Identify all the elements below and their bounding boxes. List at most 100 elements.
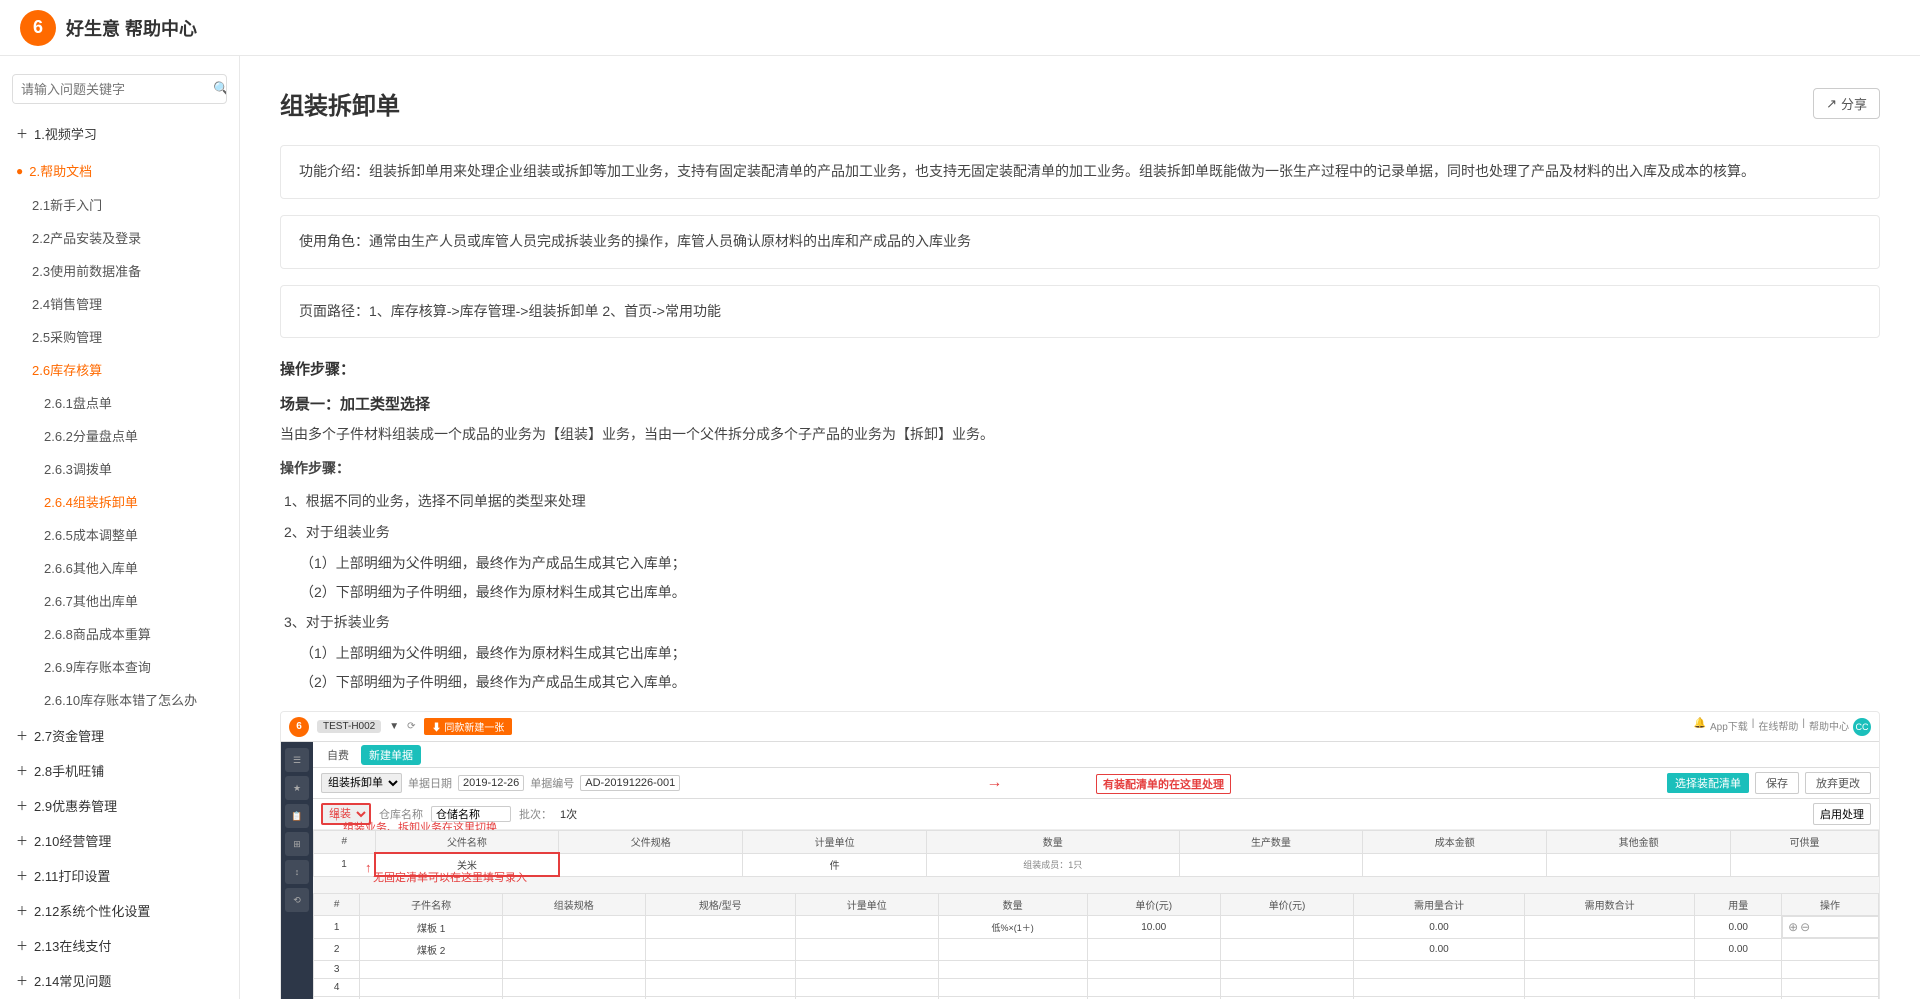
mock-icon-2: ★ [285,776,309,800]
share-button[interactable]: ↗ 分享 [1813,88,1880,119]
sidebar-item-mobile[interactable]: ＋ 2.8手机旺铺 [0,753,239,788]
sidebar-item-2-6-1[interactable]: 2.6.1盘点单 [0,386,239,419]
arrow-fill: ↑ [365,860,372,875]
mock-icon-1: ☰ [285,748,309,772]
th-parent-spec: 父件规格 [559,831,743,854]
step2-sub2: （2）下部明细为子件明细，最终作为原材料生成其它出库单。 [300,580,1880,605]
row-del-icon: ⊖ [1800,920,1810,934]
row-copy-icon: ⊕ [1788,920,1798,934]
sidebar-item-2-1[interactable]: 2.1新手入门 [0,188,239,221]
sidebar-item-print[interactable]: ＋ 2.11打印设置 [0,858,239,893]
mock-batch-label: 批次： [519,806,552,822]
center-text: 帮助中心 [1809,718,1849,736]
step2-sub1: （1）上部明细为父件明细，最终作为产成品生成其它入库单； [300,551,1880,576]
path-block: 页面路径：1、库存核算->库存管理->组装拆卸单 2、首页->常用功能 [280,285,1880,339]
bth-spec: 规格/型号 [645,894,795,916]
mock-header-left: 6 TEST-H002 ▼ ⟳ ⬇ 同款新建一张 [289,717,512,737]
arrow-combo: ↑ [333,807,340,823]
bth-need-total: 需用量合计 [1354,894,1525,916]
mock-date-label: 单据日期 [408,775,452,791]
sidebar-item-2-6-5[interactable]: 2.6.5成本调整单 [0,518,239,551]
user-avatar: CC [1853,718,1871,736]
bth-price2: 单价(元) [1220,894,1353,916]
th-prod-qty: 生产数量 [1179,831,1363,854]
sidebar-item-2-6-3[interactable]: 2.6.3调拨单 [0,452,239,485]
new-doc-btn: ⬇ 同款新建一张 [424,718,513,735]
sidebar-item-label: 2.7资金管理 [34,726,104,745]
th-unit: 计量单位 [743,831,927,854]
nav-section-2: ● 2.帮助文档 2.1新手入门 2.2产品安装及登录 2.3使用前数据准备 2… [0,153,239,716]
page-title: 组装拆卸单 [280,86,400,121]
mock-tab-2: 新建单据 [361,745,421,765]
sidebar-item-finance[interactable]: ＋ 2.7资金管理 [0,718,239,753]
sidebar-item-2-6-2[interactable]: 2.6.2分量盘点单 [0,419,239,452]
ops-steps-heading: 操作步骤： [280,456,1880,481]
sidebar-item-2-6-6[interactable]: 2.6.6其他入库单 [0,551,239,584]
sidebar-item-mgmt[interactable]: ＋ 2.10经营管理 [0,823,239,858]
sidebar-item-2-6[interactable]: 2.6库存核算 [0,353,239,386]
scene-desc: 当由多个子件材料组装成一个成品的业务为【组装】业务，当由一个父件拆分成多个子产品… [280,422,1880,447]
sidebar-item-2-3[interactable]: 2.3使用前数据准备 [0,254,239,287]
mock-logo: 6 [289,717,309,737]
plus-icon-3: ＋ [16,762,28,779]
td-avail [1731,853,1879,876]
screenshot-inner: 6 TEST-H002 ▼ ⟳ ⬇ 同款新建一张 🔔 App下载 | 在线帮助 … [281,712,1879,999]
search-button[interactable]: 🔍 [205,75,227,103]
mock-save-btn: 保存 [1755,772,1799,794]
mock-batch-value: 1次 [560,806,577,822]
sidebar-item-2-6-10[interactable]: 2.6.10库存账本错了怎么办 [0,683,239,716]
mock-selector-btn: 选择装配清单 [1667,773,1749,793]
plus-icon-7: ＋ [16,902,28,919]
mock-icon-4: ⊞ [285,832,309,856]
logo-icon: 6 [20,10,56,46]
sidebar-item-2-2[interactable]: 2.2产品安装及登录 [0,221,239,254]
search-icon: 🔍 [213,81,227,96]
th-parent-name: 父件名称 [375,831,559,854]
mock-process-btn: 启用处理 [1813,803,1871,825]
annotation-arrow-1: → [986,774,1002,792]
mock-form-area: 组装拆卸单 单据日期 2019-12-26 单据编号 AD-20191226-0… [313,768,1879,799]
search-input[interactable] [13,76,205,103]
test-badge: TEST-H002 [317,720,381,733]
mock-cancel-btn: 放弃更改 [1805,772,1871,794]
sidebar-item-docs[interactable]: ● 2.帮助文档 [0,153,239,188]
sidebar-item-faq[interactable]: ＋ 2.14常见问题 [0,963,239,998]
sidebar-item-2-6-7[interactable]: 2.6.7其他出库单 [0,584,239,617]
mock-nav: 自费 新建单据 [313,742,1879,768]
sidebar-item-2-6-4[interactable]: 2.6.4组装拆卸单 [0,485,239,518]
sidebar-item-2-5[interactable]: 2.5采购管理 [0,320,239,353]
path-text: 页面路径：1、库存核算->库存管理->组装拆卸单 2、首页->常用功能 [299,303,721,319]
plus-icon: ＋ [16,125,28,142]
mock-top-table: # 父件名称 父件规格 计量单位 数量 生产数量 成本金额 其他金额 可供量 [313,830,1879,877]
bth-ops: 操作 [1782,894,1879,916]
td-other-val [1547,853,1731,876]
mock-body: ☰ ★ 📋 ⊞ ↕ ⟲ 自费 新建单据 [281,742,1879,999]
sidebar-item-2-6-9[interactable]: 2.6.9库存账本查询 [0,650,239,683]
sidebar-item-videos[interactable]: ＋ 1.视频学习 [0,116,239,151]
scene-heading: 场景一：加工类型选择 [280,393,1880,414]
mock-tab-1: 自费 [319,745,357,765]
sidebar-item-system[interactable]: ＋ 2.12系统个性化设置 [0,893,239,928]
nav-section-1: ＋ 1.视频学习 [0,116,239,151]
mock-content-area: 自费 新建单据 组装拆卸单 单据日期 2019-12-26 单 [313,742,1879,999]
sidebar-item-label: 2.12系统个性化设置 [34,901,150,920]
sidebar-item-coupon[interactable]: ＋ 2.9优惠券管理 [0,788,239,823]
th-other: 其他金额 [1547,831,1731,854]
mock-icon-3: 📋 [285,804,309,828]
scene-desc-text: 当由多个子件材料组装成一个成品的业务为【组装】业务，当由一个父件拆分成多个子产品… [280,426,994,442]
plus-icon-6: ＋ [16,867,28,884]
mock-top-table-wrapper: # 父件名称 父件规格 计量单位 数量 生产数量 成本金额 其他金额 可供量 [313,830,1879,877]
sidebar-item-label: 2.9优惠券管理 [34,796,117,815]
help-icon: | [1752,718,1755,736]
mock-order-label: 单据编号 [530,775,574,791]
th-available: 可供量 [1731,831,1879,854]
nav-children-2: 2.1新手入门 2.2产品安装及登录 2.3使用前数据准备 2.4销售管理 2.… [0,188,239,716]
sidebar: 🔍 ＋ 1.视频学习 ● 2.帮助文档 2.1新手入门 2.2产品安装及登录 2… [0,56,240,999]
bth-qty: 数量 [938,894,1087,916]
table-row: 3 [314,961,1879,979]
sidebar-item-2-6-8[interactable]: 2.6.8商品成本重算 [0,617,239,650]
sidebar-item-pay[interactable]: ＋ 2.13在线支付 [0,928,239,963]
intro-text: 功能介绍：组装拆卸单用来处理企业组装或拆卸等加工业务，支持有固定装配清单的产品加… [299,163,1755,179]
mock-dropdown-icon: ▼ [389,721,399,732]
sidebar-item-2-4[interactable]: 2.4销售管理 [0,287,239,320]
